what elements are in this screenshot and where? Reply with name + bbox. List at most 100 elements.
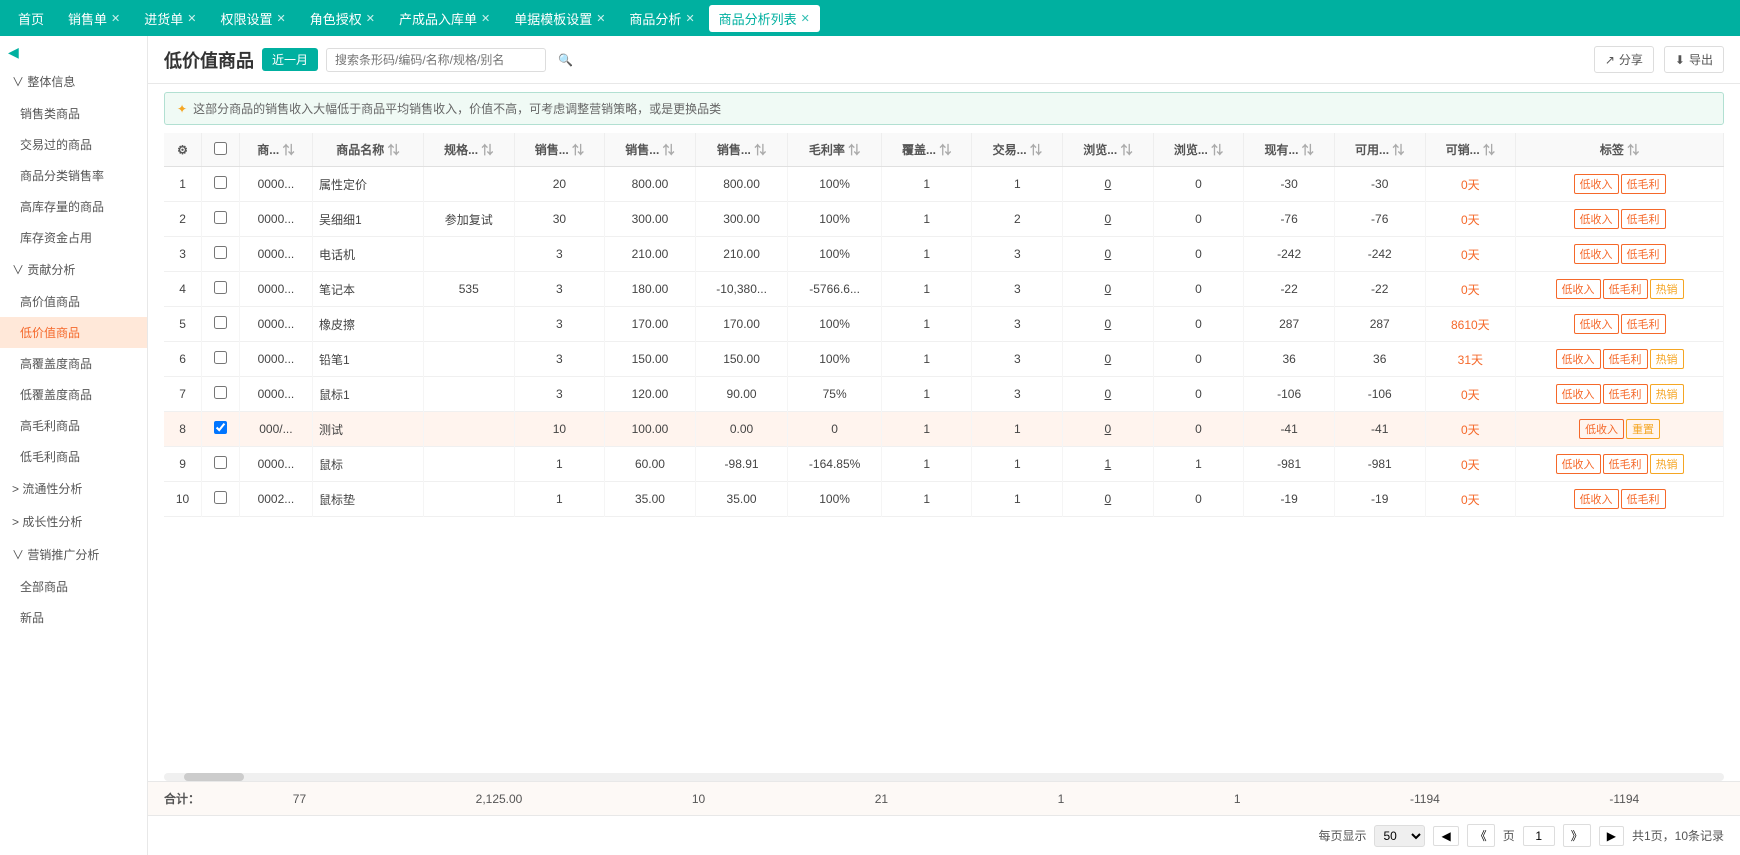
nav-close-purchase[interactable]: ✕ [187,12,196,25]
browse1-link[interactable]: 0 [1105,177,1112,191]
nav-close-roles[interactable]: ✕ [366,12,375,25]
row-checkbox[interactable] [214,386,227,399]
sidebar-item-new-products[interactable]: 新品 [0,602,147,633]
nav-template[interactable]: 单据模板设置 ✕ [504,5,615,32]
next-page-btn[interactable]: 》 [1563,824,1591,847]
row-browse1[interactable]: 0 [1063,342,1154,377]
browse1-link[interactable]: 0 [1105,422,1112,436]
row-checkbox-cell[interactable] [202,482,240,517]
browse1-link[interactable]: 1 [1105,457,1112,471]
horizontal-scrollbar[interactable] [164,773,1724,781]
browse1-link[interactable]: 0 [1105,282,1112,296]
col-settings[interactable]: ⚙ [164,133,202,167]
sidebar-item-low-coverage[interactable]: 低覆盖度商品 [0,379,147,410]
browse1-link[interactable]: 0 [1105,352,1112,366]
nav-close-product-stock[interactable]: ✕ [481,12,490,25]
row-browse1[interactable]: 0 [1063,377,1154,412]
sidebar-item-all-products[interactable]: 全部商品 [0,571,147,602]
browse1-link[interactable]: 0 [1105,387,1112,401]
row-checkbox-cell[interactable] [202,237,240,272]
row-checkbox[interactable] [214,246,227,259]
page-input[interactable] [1523,826,1555,846]
sidebar-item-high-coverage[interactable]: 高覆盖度商品 [0,348,147,379]
sidebar-item-high-stock[interactable]: 高库存量的商品 [0,191,147,222]
select-all-checkbox[interactable] [214,142,227,155]
col-gross[interactable]: 毛利率 ⇅ [788,133,882,167]
col-cover[interactable]: 覆盖... ⇅ [881,133,972,167]
browse1-link[interactable]: 0 [1105,212,1112,226]
row-checkbox[interactable] [214,211,227,224]
sidebar-item-high-margin[interactable]: 高毛利商品 [0,410,147,441]
sidebar-group-contribution[interactable]: ∨ 贡献分析 [0,253,147,286]
row-checkbox[interactable] [214,491,227,504]
export-button[interactable]: ⬇ 导出 [1664,46,1724,73]
row-checkbox-cell[interactable] [202,377,240,412]
sidebar-group-overall[interactable]: ∨ 整体信息 [0,65,147,98]
row-checkbox-cell[interactable] [202,307,240,342]
row-checkbox-cell[interactable] [202,342,240,377]
col-checkbox[interactable] [202,133,240,167]
row-checkbox-cell[interactable] [202,412,240,447]
nav-close-sales[interactable]: ✕ [111,12,120,25]
sidebar-group-growth[interactable]: > 成长性分析 [0,505,147,538]
browse1-link[interactable]: 0 [1105,247,1112,261]
nav-permissions[interactable]: 权限设置 ✕ [210,5,295,32]
nav-purchase[interactable]: 进货单 ✕ [134,5,206,32]
last-page-btn[interactable]: ▶ [1599,826,1624,846]
row-browse1[interactable]: 0 [1063,307,1154,342]
browse1-link[interactable]: 0 [1105,492,1112,506]
row-checkbox-cell[interactable] [202,272,240,307]
col-stock2[interactable]: 可用... ⇅ [1334,133,1425,167]
row-browse1[interactable]: 0 [1063,202,1154,237]
sidebar-item-stock-capital[interactable]: 库存资金占用 [0,222,147,253]
row-browse1[interactable]: 1 [1063,447,1154,482]
nav-close-template[interactable]: ✕ [596,12,605,25]
row-browse1[interactable]: 0 [1063,272,1154,307]
search-input[interactable] [326,48,546,72]
nav-close-goods-list[interactable]: ✕ [801,12,810,25]
col-sales2[interactable]: 销售... ⇅ [605,133,696,167]
row-checkbox[interactable] [214,421,227,434]
nav-product-stock[interactable]: 产成品入库单 ✕ [389,5,500,32]
sidebar-item-sales-products[interactable]: 销售类商品 [0,98,147,129]
share-button[interactable]: ↗ 分享 [1594,46,1654,73]
scrollbar-thumb[interactable] [184,773,244,781]
page-size-select[interactable]: 50 20 100 [1374,825,1425,847]
row-browse1[interactable]: 0 [1063,412,1154,447]
nav-close-permissions[interactable]: ✕ [277,12,286,25]
col-browse1[interactable]: 浏览... ⇅ [1063,133,1154,167]
search-icon[interactable]: 🔍 [558,53,573,67]
col-spec[interactable]: 规格... ⇅ [423,133,514,167]
col-code[interactable]: 商... ⇅ [239,133,312,167]
prev-page-btn[interactable]: 《 [1467,824,1495,847]
row-checkbox[interactable] [214,351,227,364]
col-trade[interactable]: 交易... ⇅ [972,133,1063,167]
row-checkbox-cell[interactable] [202,447,240,482]
col-stock3[interactable]: 可销... ⇅ [1425,133,1516,167]
first-page-btn[interactable]: ◀ [1433,826,1458,846]
col-name[interactable]: 商品名称 ⇅ [313,133,424,167]
col-browse2[interactable]: 浏览... ⇅ [1153,133,1244,167]
row-checkbox[interactable] [214,176,227,189]
browse1-link[interactable]: 0 [1105,317,1112,331]
col-stock1[interactable]: 现有... ⇅ [1244,133,1335,167]
nav-roles[interactable]: 角色授权 ✕ [300,5,385,32]
nav-home[interactable]: 首页 [8,5,54,32]
sidebar-item-category-sales[interactable]: 商品分类销售率 [0,160,147,191]
row-checkbox[interactable] [214,316,227,329]
row-checkbox[interactable] [214,281,227,294]
row-browse1[interactable]: 0 [1063,237,1154,272]
row-browse1[interactable]: 0 [1063,167,1154,202]
sidebar-item-low-margin[interactable]: 低毛利商品 [0,441,147,472]
nav-goods-list[interactable]: 商品分析列表 ✕ [709,5,820,32]
sidebar-group-flow[interactable]: > 流通性分析 [0,472,147,505]
sidebar-collapse-btn[interactable]: ◀ [8,44,19,61]
sidebar-item-traded[interactable]: 交易过的商品 [0,129,147,160]
col-sales3[interactable]: 销售... ⇅ [695,133,788,167]
period-button[interactable]: 近一月 [262,48,318,71]
row-checkbox[interactable] [214,456,227,469]
row-checkbox-cell[interactable] [202,202,240,237]
row-checkbox-cell[interactable] [202,167,240,202]
sidebar-group-promotion[interactable]: ∨ 营销推广分析 [0,538,147,571]
nav-sales[interactable]: 销售单 ✕ [58,5,130,32]
